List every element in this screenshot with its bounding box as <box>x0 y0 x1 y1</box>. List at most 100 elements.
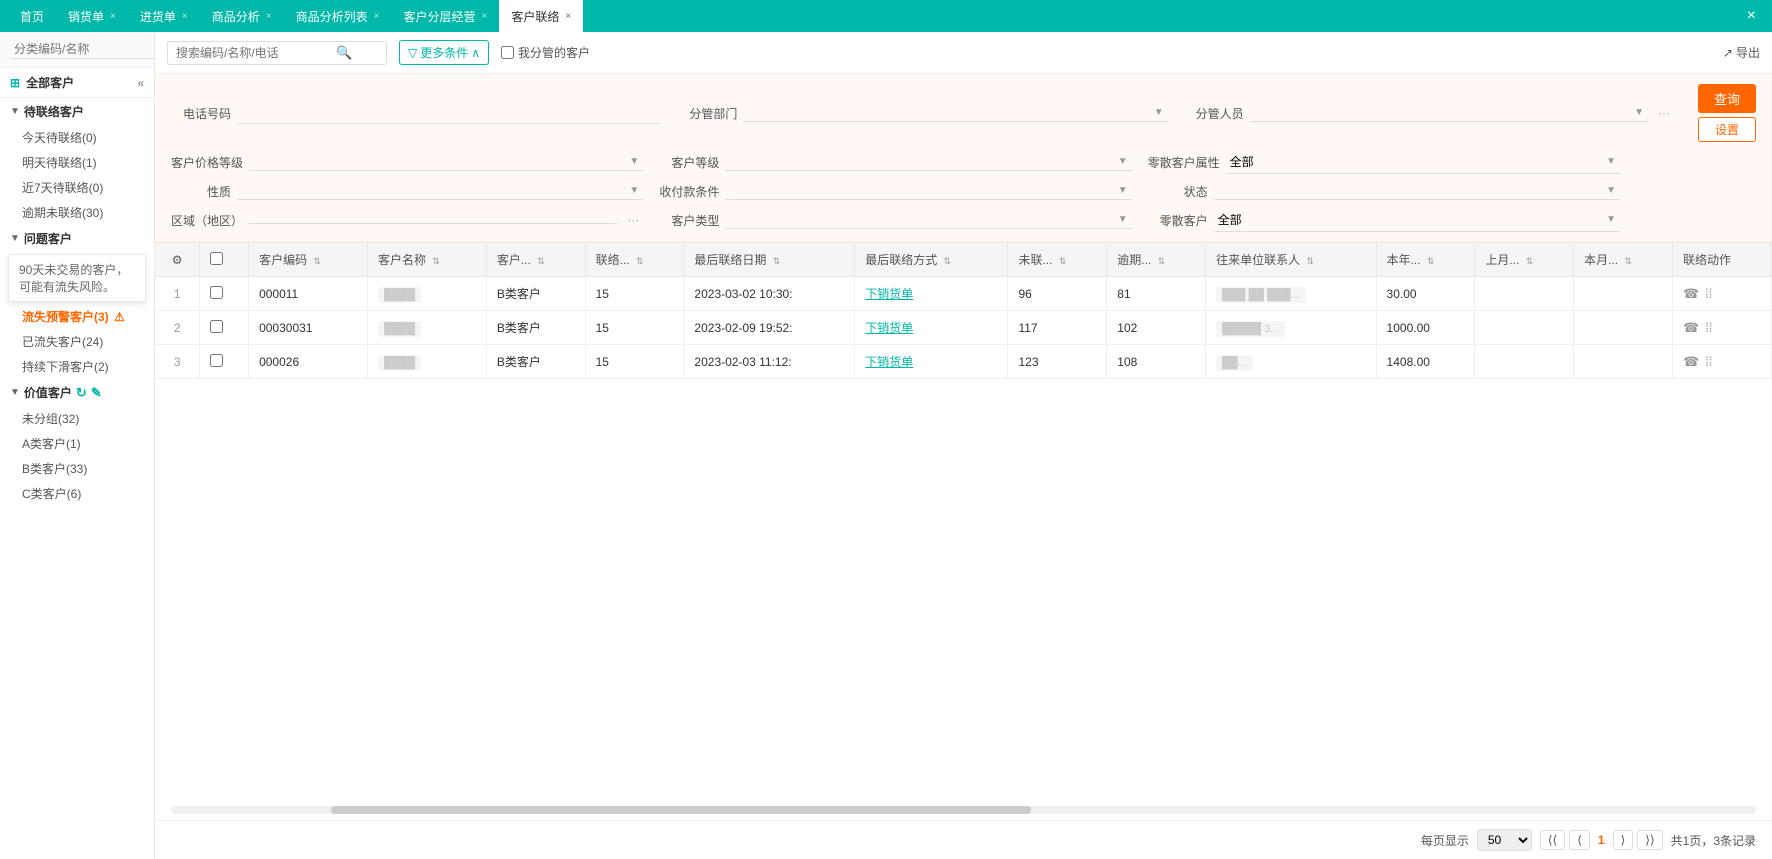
sort-icon-overdue[interactable]: ⇅ <box>1158 256 1166 266</box>
close-customer-contact-tab[interactable]: × <box>565 11 571 22</box>
filter-region-label: 区域（地区） <box>171 212 243 229</box>
sort-icon-not-contacted[interactable]: ⇅ <box>1059 256 1067 266</box>
per-page-select[interactable]: 50 100 200 <box>1477 829 1532 851</box>
contact-action-3[interactable]: ☎ <box>1683 354 1699 370</box>
edit-icon[interactable]: ✎ <box>91 385 102 401</box>
filter-customer-level-select[interactable]: ▼ <box>725 153 1131 171</box>
row-last-method-3[interactable]: 下销货单 <box>855 345 1008 379</box>
sidebar-item-b-class[interactable]: B类客户(33) <box>0 456 154 481</box>
row-select-2[interactable] <box>210 320 223 333</box>
filter-person-select[interactable]: ▼ <box>1250 104 1648 122</box>
sort-icon-last-method[interactable]: ⇅ <box>944 256 952 266</box>
export-btn[interactable]: ↗ 导出 <box>1723 44 1760 61</box>
my-customers-check[interactable] <box>501 46 514 59</box>
row-checkbox-3[interactable] <box>200 345 249 379</box>
filter-payment-select[interactable]: ▼ <box>725 182 1131 200</box>
page-last-btn[interactable]: ⟩⟩ <box>1637 830 1662 850</box>
filter-region-select[interactable] <box>249 217 617 224</box>
more-actions-2[interactable]: ⁞⁞ <box>1705 320 1712 335</box>
sidebar-item-today[interactable]: 今天待联络(0) <box>0 125 154 150</box>
row-last-method-2[interactable]: 下销货单 <box>855 311 1008 345</box>
nav-home[interactable]: 首页 <box>8 0 56 32</box>
contact-action-1[interactable]: ☎ <box>1683 286 1699 302</box>
row-last-date-1: 2023-03-02 10:30: <box>684 277 855 311</box>
sidebar-item-churned[interactable]: 已流失客户(24) <box>0 329 154 354</box>
more-dots-region[interactable]: ··· <box>623 213 643 227</box>
refresh-icon[interactable]: ↻ <box>76 385 87 401</box>
filter-dept-select[interactable]: ▼ <box>743 104 1167 122</box>
close-sales-tab[interactable]: × <box>110 11 116 22</box>
sidebar-item-churn-warning[interactable]: 流失预警客户(3) ⚠ <box>0 304 154 329</box>
horizontal-scrollbar[interactable] <box>171 806 1756 814</box>
filter-search-input[interactable] <box>176 46 336 60</box>
sort-icon-this-year[interactable]: ⇅ <box>1427 256 1435 266</box>
row-name-2: ████ <box>367 311 486 345</box>
filter-customer-type-select[interactable]: ▼ <box>725 211 1131 229</box>
nav-goods-analysis[interactable]: 商品分析 × <box>200 0 284 32</box>
row-select-3[interactable] <box>210 354 223 367</box>
more-actions-3[interactable]: ⁞⁞ <box>1705 354 1712 369</box>
sort-icon-contact2[interactable]: ⇅ <box>1306 256 1314 266</box>
more-dots-person[interactable]: ··· <box>1654 106 1674 120</box>
settings-button[interactable]: 设置 <box>1698 117 1756 142</box>
sort-icon-name[interactable]: ⇅ <box>432 256 440 266</box>
more-actions-1[interactable]: ⁞⁞ <box>1705 286 1712 301</box>
row-actions-1: ☎ ⁞⁞ <box>1672 277 1771 311</box>
filter-retail-attr-select[interactable]: 全部 ▼ <box>1226 150 1620 174</box>
sidebar-all-customers[interactable]: ⊞ 全部客户 « <box>0 68 154 98</box>
filter-more-btn[interactable]: ▽ 更多条件 ∧ <box>399 40 489 65</box>
nav-goods-list[interactable]: 商品分析列表 × <box>284 0 392 32</box>
nav-customer-contact[interactable]: 客户联络 × <box>499 0 583 32</box>
row-last-method-1[interactable]: 下销货单 <box>855 277 1008 311</box>
page-total: 共1页，3条记录 <box>1671 832 1756 849</box>
sidebar-group-problem[interactable]: ▼ 问题客户 <box>0 225 154 252</box>
page-next-btn[interactable]: ⟩ <box>1613 830 1634 850</box>
sidebar-item-overdue[interactable]: 逾期未联络(30) <box>0 200 154 225</box>
close-goods-analysis-tab[interactable]: × <box>266 11 272 22</box>
row-checkbox-2[interactable] <box>200 311 249 345</box>
col-checkbox[interactable] <box>200 243 249 277</box>
table-row: 1 000011 ████ B类客户 15 2023-03-02 10:30: … <box>155 277 1772 311</box>
filter-status-select[interactable]: ▼ <box>1214 182 1620 200</box>
sidebar-item-7days[interactable]: 近7天待联络(0) <box>0 175 154 200</box>
table-row: 2 00030031 ████ B类客户 15 2023-02-09 19:52… <box>155 311 1772 345</box>
sort-icon-type[interactable]: ⇅ <box>537 256 545 266</box>
sidebar-item-ungrouped[interactable]: 未分组(32) <box>0 406 154 431</box>
contact-action-2[interactable]: ☎ <box>1683 320 1699 336</box>
sort-icon-code[interactable]: ⇅ <box>313 256 321 266</box>
filter-nature-select[interactable]: ▼ <box>237 182 643 200</box>
select-all-checkbox[interactable] <box>210 252 223 265</box>
nav-sales[interactable]: 销货单 × <box>56 0 128 32</box>
filter-price-level-select[interactable]: ▼ <box>249 153 643 171</box>
close-goods-list-tab[interactable]: × <box>374 11 380 22</box>
page-first-btn[interactable]: ⟨⟨ <box>1540 830 1565 850</box>
sidebar-item-a-class[interactable]: A类客户(1) <box>0 431 154 456</box>
col-settings[interactable]: ⚙ <box>155 243 200 277</box>
nav-purchase[interactable]: 进货单 × <box>128 0 200 32</box>
sidebar-group-value[interactable]: ▼ 价值客户 ↻ ✎ <box>0 379 154 406</box>
sort-icon-last-month[interactable]: ⇅ <box>1526 256 1534 266</box>
adv-filter-row-4: 区域（地区） ··· 客户类型 ▼ 零散客户 全部 ▼ <box>171 208 1756 232</box>
sidebar-group-pending[interactable]: ▼ 待联络客户 <box>0 98 154 125</box>
window-close-button[interactable]: × <box>1739 7 1764 25</box>
sidebar-item-declining[interactable]: 持续下滑客户(2) <box>0 354 154 379</box>
nav-customer-tier[interactable]: 客户分层经营 × <box>391 0 499 32</box>
scrollbar-thumb[interactable] <box>331 806 1031 814</box>
sidebar-item-c-class[interactable]: C类客户(6) <box>0 481 154 506</box>
row-checkbox-1[interactable] <box>200 277 249 311</box>
sidebar-search-input[interactable] <box>10 40 155 59</box>
sort-icon-contact[interactable]: ⇅ <box>636 256 644 266</box>
row-select-1[interactable] <box>210 286 223 299</box>
sort-icon-last-date[interactable]: ⇅ <box>773 256 781 266</box>
sort-icon-this-month[interactable]: ⇅ <box>1625 256 1633 266</box>
my-customers-checkbox[interactable]: 我分管的客户 <box>501 44 590 61</box>
close-purchase-tab[interactable]: × <box>182 11 188 22</box>
page-prev-btn[interactable]: ⟨ <box>1569 830 1590 850</box>
data-table: ⚙ 客户编码 ⇅ 客户名称 ⇅ 客户... ⇅ <box>155 243 1772 379</box>
close-customer-tier-tab[interactable]: × <box>481 11 487 22</box>
row-not-contacted-3: 123 <box>1008 345 1107 379</box>
sidebar-item-tomorrow[interactable]: 明天待联络(1) <box>0 150 154 175</box>
query-button[interactable]: 查询 <box>1698 84 1756 113</box>
filter-retail-customer-select[interactable]: 全部 ▼ <box>1214 208 1620 232</box>
filter-phone-input[interactable] <box>237 103 661 124</box>
